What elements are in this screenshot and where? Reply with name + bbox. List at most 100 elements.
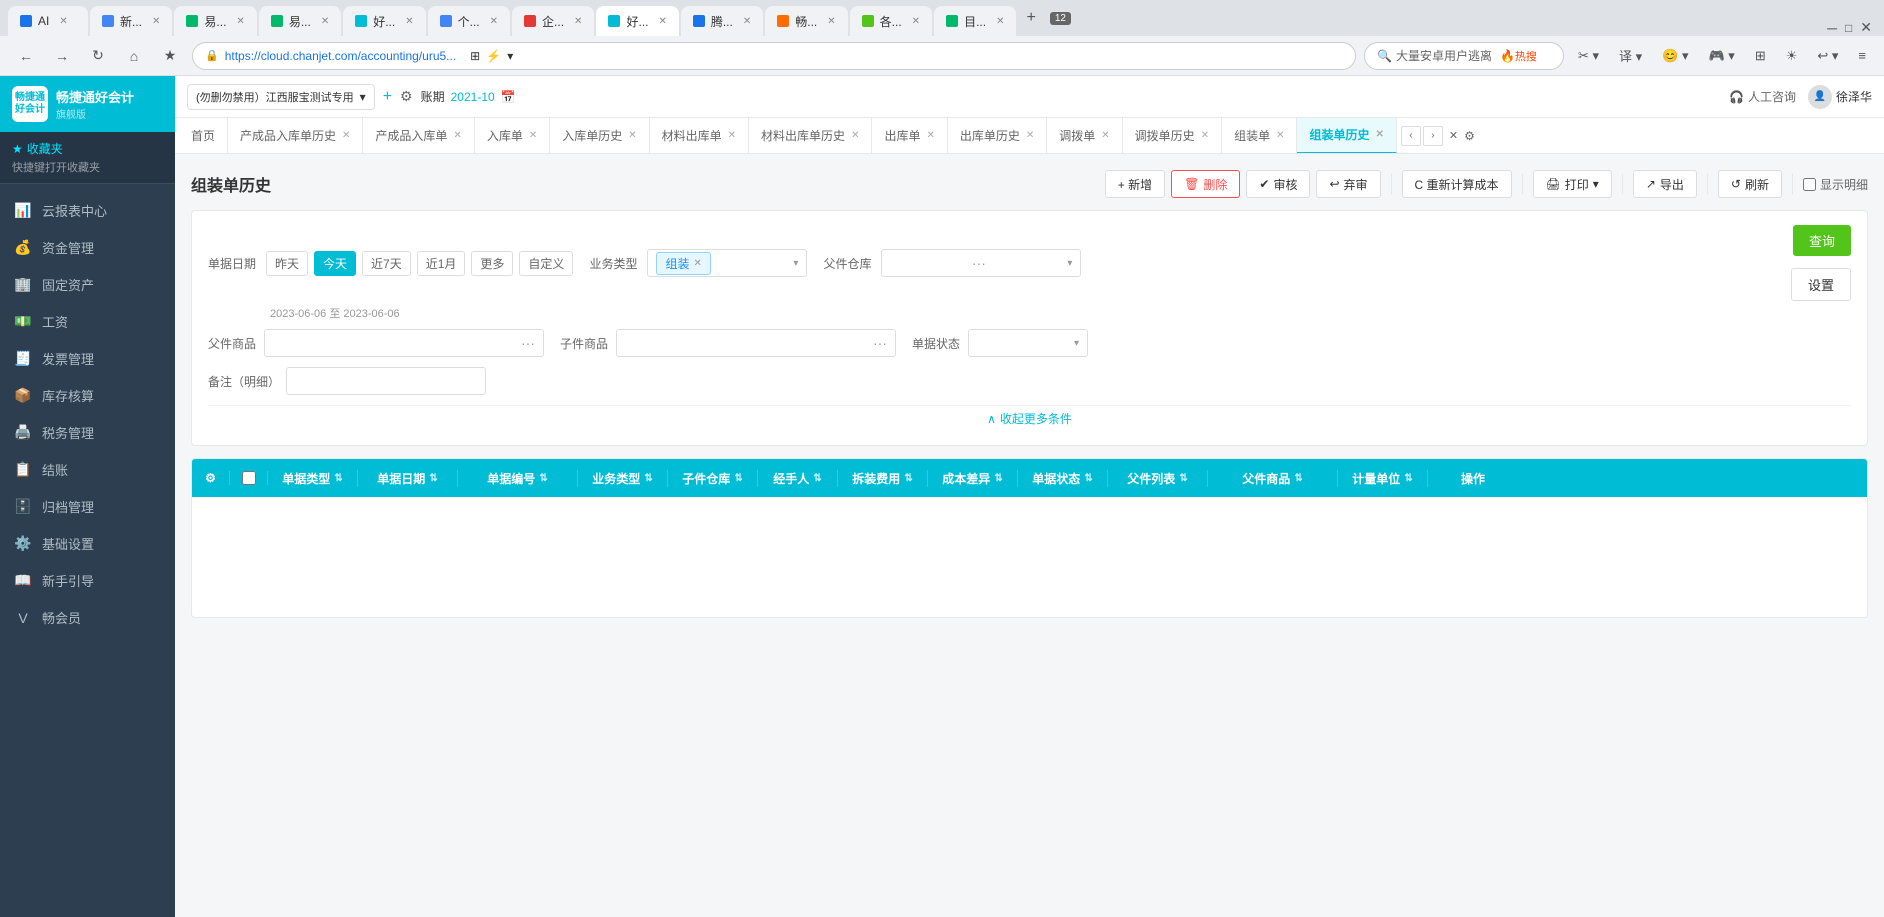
sidebar-item-member[interactable]: V 畅会员 <box>0 599 175 636</box>
abandon-button[interactable]: ↩ 弃审 <box>1316 170 1380 198</box>
settings-query-button[interactable]: 设置 <box>1791 268 1851 301</box>
grid-apps-icon[interactable]: ⊞ <box>1749 46 1772 66</box>
tab-close-icon[interactable]: ✕ <box>743 16 751 27</box>
tag-close-icon[interactable]: ✕ <box>693 258 701 269</box>
sidebar-item-settlement[interactable]: 📋 结账 <box>0 451 175 488</box>
yesterday-btn[interactable]: 昨天 <box>266 251 308 276</box>
search-box[interactable]: 🔍 大量安卓用户逃离 🔥 热搜 <box>1364 42 1564 70</box>
refresh-action-button[interactable]: ↺ 刷新 <box>1718 170 1782 198</box>
tab-close-icon[interactable]: ✕ <box>405 16 413 27</box>
sort-icon-child_warehouse[interactable]: ⇅ <box>734 473 742 484</box>
browser-tab-3[interactable]: 易...✕ <box>174 6 256 36</box>
page-tab-close-icon[interactable]: ✕ <box>926 130 934 141</box>
query-button[interactable]: 查询 <box>1793 225 1851 256</box>
page-tab-close-icon[interactable]: ✕ <box>1026 130 1034 141</box>
browser-tab-4[interactable]: 易...✕ <box>259 6 341 36</box>
show-detail-checkbox[interactable]: 显示明细 <box>1803 176 1868 193</box>
tab-close-icon[interactable]: ✕ <box>152 16 160 27</box>
page-tab-out_history[interactable]: 出库单历史✕ <box>948 118 1047 154</box>
page-tab-produce_in_history[interactable]: 产成品入库单历史✕ <box>228 118 363 154</box>
browser-tab-11[interactable]: 各...✕ <box>850 6 932 36</box>
translate-icon[interactable]: 译 ▾ <box>1613 44 1648 67</box>
sidebar-item-guide[interactable]: 📖 新手引导 <box>0 562 175 599</box>
page-tab-material_out[interactable]: 材料出库单✕ <box>650 118 749 154</box>
refresh-button[interactable]: ↻ <box>84 42 112 70</box>
ellipsis-icon[interactable]: ··· <box>972 255 986 271</box>
browser-tab-9[interactable]: 腾...✕ <box>681 6 763 36</box>
company-selector[interactable]: (勿删勿禁用）江西服宝测试专用 ▾ <box>187 84 375 110</box>
close-all-tabs[interactable]: ✕ <box>1445 129 1462 142</box>
user-area[interactable]: 👤 徐泽华 <box>1808 85 1872 109</box>
tab-close-icon[interactable]: ✕ <box>658 16 666 27</box>
maximize-button[interactable]: □ <box>1845 21 1852 35</box>
minimize-button[interactable]: ─ <box>1827 20 1837 36</box>
page-tab-assembly[interactable]: 调拨单✕ <box>1047 118 1122 154</box>
tab-close-icon[interactable]: ✕ <box>996 16 1004 27</box>
sort-icon-cost_diff[interactable]: ⇅ <box>994 473 1002 484</box>
biz-type-dropdown[interactable]: 组装 ✕ ▾ <box>647 249 807 277</box>
emoji-icon[interactable]: 😊 ▾ <box>1656 46 1694 66</box>
new-button[interactable]: + 新增 <box>1105 170 1165 198</box>
tab-scroll-left[interactable]: ‹ <box>1401 126 1421 146</box>
audit-button[interactable]: ✔ 审核 <box>1246 170 1310 198</box>
today-btn[interactable]: 今天 <box>314 251 356 276</box>
month-btn[interactable]: 近1月 <box>417 251 466 276</box>
week-btn[interactable]: 近7天 <box>362 251 411 276</box>
page-tab-close-icon[interactable]: ✕ <box>1101 130 1109 141</box>
custom-btn[interactable]: 自定义 <box>519 251 573 276</box>
sidebar-item-fund[interactable]: 💰 资金管理 <box>0 229 175 266</box>
sort-icon-parent_list[interactable]: ⇅ <box>1179 473 1187 484</box>
sort-icon-handler[interactable]: ⇅ <box>813 473 821 484</box>
period-selector[interactable]: 账期 2021-10 📅 <box>421 88 516 105</box>
print-button[interactable]: 🖨 打印 ▾ <box>1533 170 1612 198</box>
th-operation[interactable]: 操作 <box>1428 470 1518 487</box>
tab-close-icon[interactable]: ✕ <box>321 16 329 27</box>
sort-icon-doc_date[interactable]: ⇅ <box>429 473 437 484</box>
page-tab-close-icon[interactable]: ✕ <box>728 130 736 141</box>
sort-icon-assembly_fee[interactable]: ⇅ <box>904 473 912 484</box>
sort-icon-unit[interactable]: ⇅ <box>1404 473 1412 484</box>
browser-tab-12[interactable]: 目...✕ <box>934 6 1016 36</box>
remark-input[interactable] <box>286 367 486 395</box>
browser-tab-6[interactable]: 个...✕ <box>428 6 510 36</box>
browser-tab-10[interactable]: 畅...✕ <box>765 6 847 36</box>
page-tab-close-icon[interactable]: ✕ <box>1276 130 1284 141</box>
tab-close-icon[interactable]: ✕ <box>490 16 498 27</box>
th-gear[interactable]: ⚙ <box>192 471 230 485</box>
sidebar-item-report[interactable]: 📊 云报表中心 <box>0 192 175 229</box>
export-button[interactable]: ↗ 导出 <box>1633 170 1697 198</box>
sidebar-item-settings[interactable]: ⚙️ 基础设置 <box>0 525 175 562</box>
address-bar[interactable]: 🔒 https://cloud.chanjet.com/accounting/u… <box>192 42 1356 70</box>
page-tab-close-icon[interactable]: ✕ <box>529 130 537 141</box>
show-detail-input[interactable] <box>1803 178 1816 191</box>
close-window-button[interactable]: ✕ <box>1860 19 1872 36</box>
sort-icon-doc_status[interactable]: ⇅ <box>1084 473 1092 484</box>
cut-icon[interactable]: ✂ ▾ <box>1572 46 1605 66</box>
child-goods-input[interactable]: ··· <box>616 329 896 357</box>
plus-icon[interactable]: + <box>383 88 392 106</box>
sidebar-favorite-section[interactable]: ★ 收藏夹 快捷键打开收藏夹 <box>0 132 175 184</box>
sidebar-item-salary[interactable]: 💵 工资 <box>0 303 175 340</box>
sort-icon-parent_goods[interactable]: ⇅ <box>1294 473 1302 484</box>
page-tab-assemble_history[interactable]: 组装单历史✕ <box>1297 118 1396 154</box>
page-tab-assembly_history[interactable]: 调拨单历史✕ <box>1123 118 1222 154</box>
delete-button[interactable]: 🗑 删除 <box>1171 170 1240 198</box>
sort-icon-doc_type[interactable]: ⇅ <box>334 473 342 484</box>
collapse-button[interactable]: ∧ 收起更多条件 <box>987 410 1072 427</box>
page-tab-in_order[interactable]: 入库单✕ <box>475 118 550 154</box>
page-tab-close-icon[interactable]: ✕ <box>851 130 859 141</box>
sort-icon-doc_no[interactable]: ⇅ <box>539 473 547 484</box>
sidebar-item-invoice[interactable]: 🧾 发票管理 <box>0 340 175 377</box>
page-tab-close-icon[interactable]: ✕ <box>628 130 636 141</box>
tab-close-icon[interactable]: ✕ <box>827 16 835 27</box>
new-tab-button[interactable]: + <box>1018 0 1043 36</box>
sidebar-item-inventory[interactable]: 📦 库存核算 <box>0 377 175 414</box>
page-tab-close-icon[interactable]: ✕ <box>1201 130 1209 141</box>
forward-button[interactable]: → <box>48 42 76 70</box>
tab-close-icon[interactable]: ✕ <box>574 16 582 27</box>
tab-settings-icon[interactable]: ⚙ <box>1464 129 1475 143</box>
bookmark-button[interactable]: ★ <box>156 42 184 70</box>
table-settings-icon[interactable]: ⚙ <box>205 471 216 485</box>
browser-tab-5[interactable]: 好...✕ <box>343 6 425 36</box>
page-tab-material_out_history[interactable]: 材料出库单历史✕ <box>749 118 872 154</box>
